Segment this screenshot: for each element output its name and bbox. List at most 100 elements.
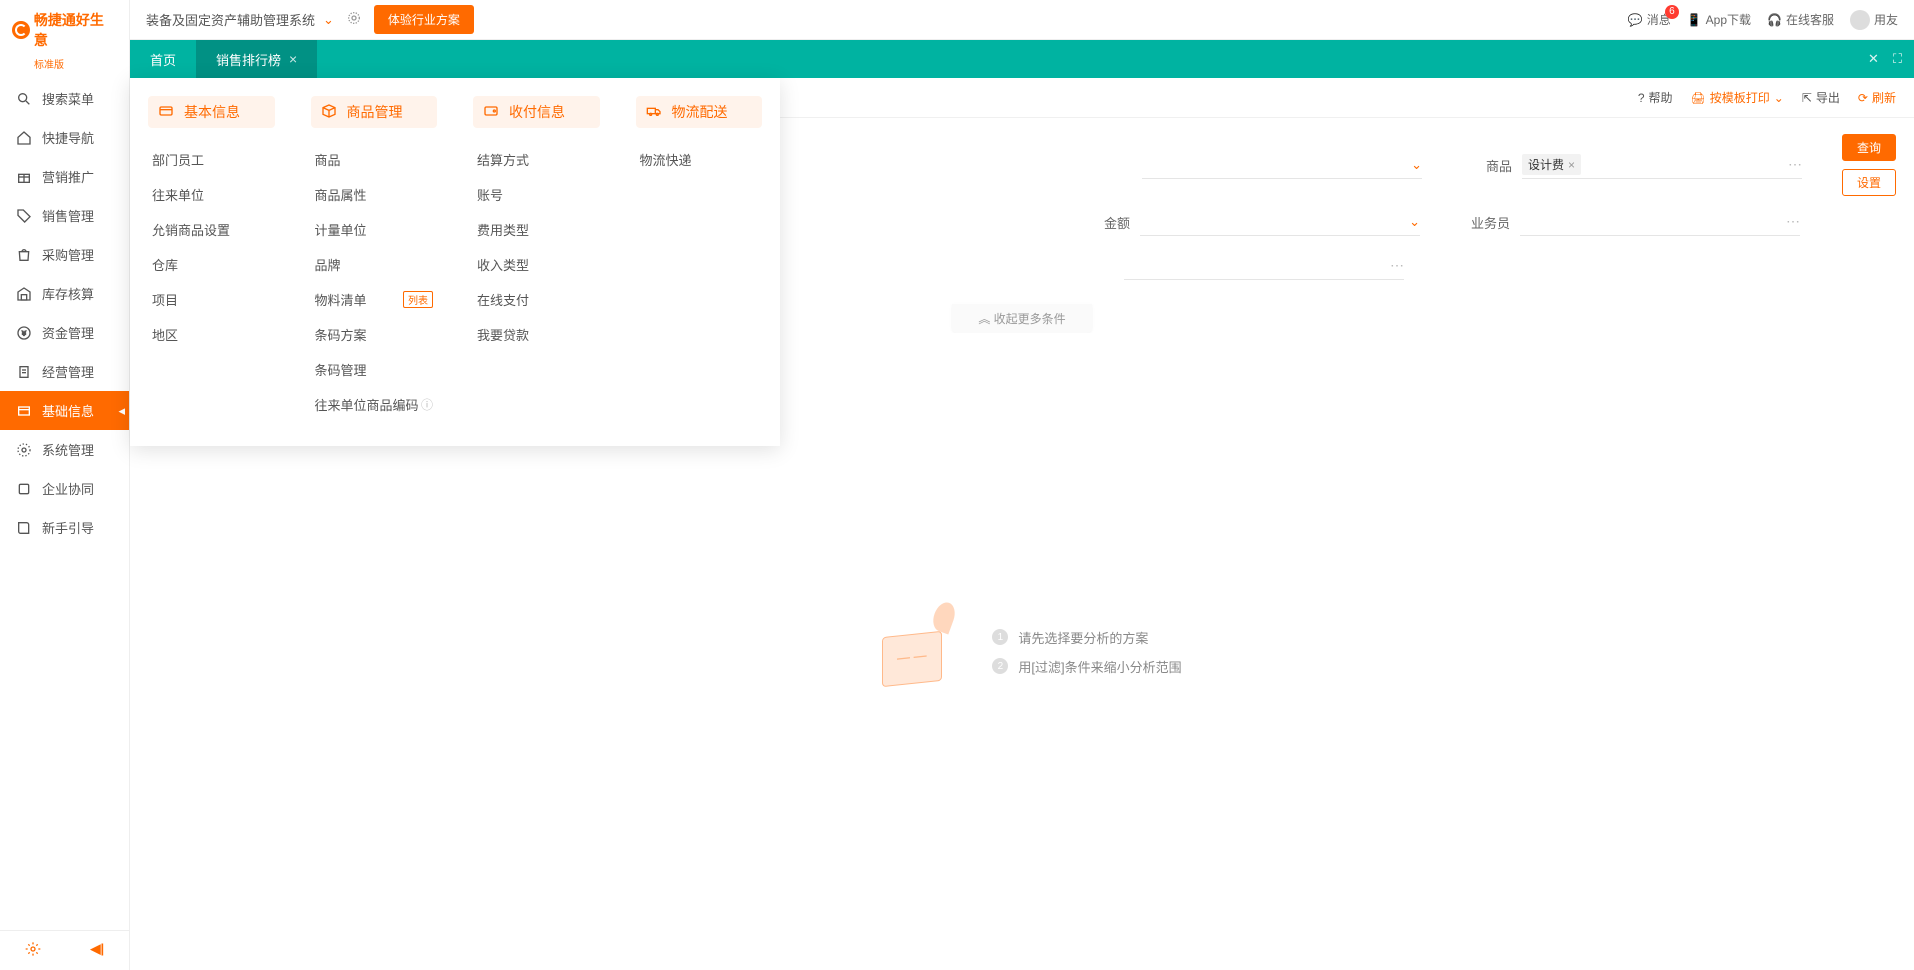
collapse-filters-button[interactable]: ︽ 收起更多条件: [952, 304, 1092, 333]
refresh-button[interactable]: ⟳ 刷新: [1858, 89, 1896, 106]
money-icon: ¥: [16, 325, 32, 341]
more-icon[interactable]: ⋯: [1788, 156, 1802, 173]
filter-product-label: 商品: [1462, 156, 1512, 175]
avatar-icon: [1850, 10, 1870, 30]
top-header: 装备及固定资产辅助管理系统 ⌄ 体验行业方案 💬 消息 6 📱 App下载 🎧 …: [130, 0, 1914, 40]
tag-remove-icon[interactable]: ×: [1568, 158, 1575, 172]
filter-product-input[interactable]: 设计费 × ⋯: [1522, 151, 1802, 179]
empty-line-1: 请先选择要分析的方案: [1018, 628, 1148, 647]
sidebar-item-operation[interactable]: 经营管理: [0, 352, 129, 391]
print-template-button[interactable]: 🖨 按模板打印 ⌄: [1691, 89, 1784, 106]
more-icon[interactable]: ⋯: [1786, 213, 1800, 230]
filter-input-hidden-1[interactable]: ⌄: [1142, 151, 1422, 179]
print-label: 按模板打印: [1710, 89, 1770, 106]
fullscreen-icon[interactable]: ⛶: [1893, 51, 1902, 67]
mega-item[interactable]: 物料清单列表: [311, 282, 438, 317]
home-icon: [16, 130, 32, 146]
filter-amount-input[interactable]: ⌄: [1140, 208, 1420, 236]
more-icon[interactable]: ⋯: [1390, 257, 1404, 274]
filter-sales-input[interactable]: ⋯: [1520, 208, 1800, 236]
sidebar-item-basicinfo[interactable]: 基础信息 ◂: [0, 391, 129, 430]
tab-sales-ranking[interactable]: 销售排行榜 ×: [196, 40, 317, 78]
user-menu[interactable]: 用友: [1850, 10, 1898, 30]
tab-bar: 首页 销售排行榜 × ✕ ⛶: [130, 40, 1914, 78]
sidebar-item-label: 新手引导: [42, 518, 94, 537]
sidebar-item-guide[interactable]: 新手引导: [0, 508, 129, 547]
sidebar-item-quicknav[interactable]: 快捷导航: [0, 118, 129, 157]
filter-amount-label: 金额: [1080, 213, 1130, 232]
mega-head-label: 收付信息: [509, 102, 565, 122]
mega-item[interactable]: 往来单位: [148, 177, 275, 212]
try-solution-button[interactable]: 体验行业方案: [374, 5, 474, 34]
empty-step-2: 2 用[过滤]条件来缩小分析范围: [992, 657, 1181, 676]
mega-item[interactable]: 商品属性: [311, 177, 438, 212]
mega-head-logistics: 物流配送: [636, 96, 763, 128]
help-icon: ?: [1638, 91, 1645, 105]
product-tag-text: 设计费: [1528, 156, 1564, 173]
header-gear-icon[interactable]: [346, 10, 362, 29]
empty-illustration: [862, 602, 962, 692]
sidebar-item-collab[interactable]: 企业协同: [0, 469, 129, 508]
mega-item[interactable]: 我要贷款: [473, 317, 600, 352]
sidebar-item-marketing[interactable]: 营销推广: [0, 157, 129, 196]
mega-item[interactable]: 项目: [148, 282, 275, 317]
chevron-down-icon[interactable]: ⌄: [1409, 214, 1420, 230]
sidebar-item-purchase[interactable]: 采购管理: [0, 235, 129, 274]
refresh-icon: ⟳: [1858, 91, 1868, 105]
sidebar-item-inventory[interactable]: 库存核算: [0, 274, 129, 313]
header-right: 💬 消息 6 📱 App下载 🎧 在线客服 用友: [1628, 10, 1898, 30]
sidebar-item-sales[interactable]: 销售管理: [0, 196, 129, 235]
mega-item[interactable]: 地区: [148, 317, 275, 352]
mega-item[interactable]: 允销商品设置: [148, 212, 275, 247]
box-icon: [321, 103, 339, 121]
empty-step-1: 1 请先选择要分析的方案: [992, 628, 1181, 647]
export-button[interactable]: ⇱ 导出: [1802, 89, 1840, 106]
collapse-icon[interactable]: ◀|: [91, 941, 105, 960]
sidebar-item-search[interactable]: 搜索菜单: [0, 79, 129, 118]
mega-item[interactable]: 账号: [473, 177, 600, 212]
sidebar-item-label: 库存核算: [42, 284, 94, 303]
sidebar-item-label: 采购管理: [42, 245, 94, 264]
mega-item[interactable]: 费用类型: [473, 212, 600, 247]
mega-item[interactable]: 仓库: [148, 247, 275, 282]
messages-button[interactable]: 💬 消息 6: [1628, 11, 1671, 28]
mega-item[interactable]: 部门员工: [148, 142, 275, 177]
mega-head-goods: 商品管理: [311, 96, 438, 128]
brand-name: 畅捷通好生意: [34, 10, 117, 50]
messages-badge: 6: [1665, 5, 1679, 19]
mega-head-label: 物流配送: [672, 102, 728, 122]
brand-edition: 标准版: [0, 56, 129, 79]
mega-item[interactable]: 商品: [311, 142, 438, 177]
settings-button[interactable]: 设置: [1842, 169, 1896, 196]
mega-item[interactable]: 物流快递: [636, 142, 763, 177]
support-button[interactable]: 🎧 在线客服: [1767, 11, 1834, 28]
mega-item[interactable]: 条码管理: [311, 352, 438, 387]
help-label: 帮助: [1649, 89, 1673, 106]
brand-icon: [12, 21, 30, 39]
chevron-down-icon[interactable]: ⌄: [1411, 157, 1422, 173]
mega-item[interactable]: 收入类型: [473, 247, 600, 282]
mega-menu: 基本信息 部门员工 往来单位 允销商品设置 仓库 项目 地区 商品管理 商品 商…: [130, 78, 780, 446]
mega-item[interactable]: 结算方式: [473, 142, 600, 177]
mega-item[interactable]: 往来单位商品编码ⓘ: [311, 387, 438, 422]
mega-item[interactable]: 在线支付: [473, 282, 600, 317]
mega-item[interactable]: 条码方案: [311, 317, 438, 352]
tag-icon: [16, 208, 32, 224]
app-download-button[interactable]: 📱 App下载: [1687, 11, 1751, 28]
settings-icon[interactable]: [25, 941, 41, 960]
tab-home[interactable]: 首页: [130, 40, 196, 78]
query-button[interactable]: 查询: [1842, 134, 1896, 161]
close-icon[interactable]: ×: [289, 51, 297, 67]
help-button[interactable]: ? 帮助: [1638, 89, 1673, 106]
export-icon: ⇱: [1802, 91, 1812, 105]
mega-item[interactable]: 计量单位: [311, 212, 438, 247]
close-tab-icon[interactable]: ✕: [1868, 51, 1879, 67]
filter-extra-input[interactable]: ⋯: [1124, 252, 1404, 280]
empty-line-2: 用[过滤]条件来缩小分析范围: [1018, 657, 1181, 676]
chevron-down-icon: ⌄: [1774, 91, 1784, 105]
sidebar-item-system[interactable]: 系统管理: [0, 430, 129, 469]
help-icon[interactable]: ⓘ: [421, 396, 433, 413]
sidebar-item-funds[interactable]: ¥ 资金管理: [0, 313, 129, 352]
mega-item[interactable]: 品牌: [311, 247, 438, 282]
system-selector[interactable]: 装备及固定资产辅助管理系统 ⌄: [146, 10, 334, 29]
